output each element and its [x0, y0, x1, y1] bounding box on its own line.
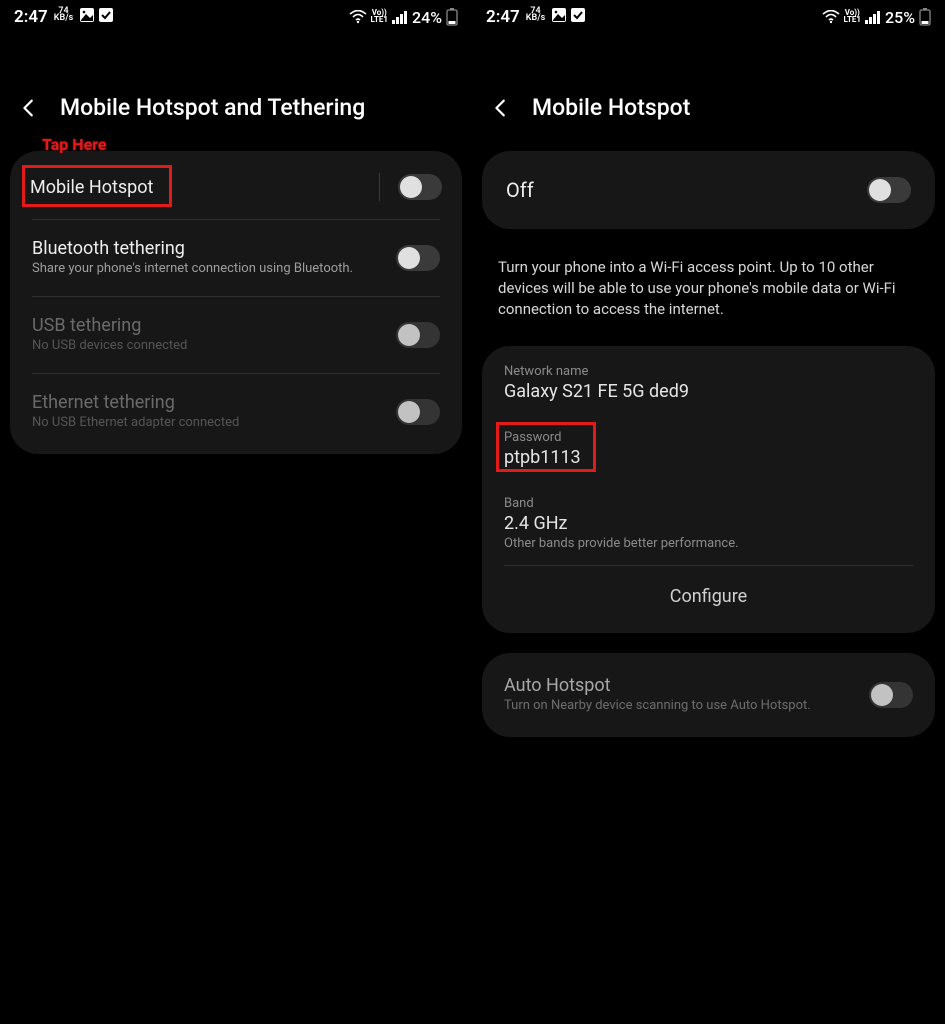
- back-icon[interactable]: [490, 97, 512, 119]
- back-icon[interactable]: [18, 97, 40, 119]
- wifi-icon: [822, 10, 840, 24]
- signal-icon: [392, 10, 408, 24]
- row-title: Bluetooth tethering: [32, 238, 396, 259]
- ethernet-tethering-toggle: [396, 399, 440, 425]
- row-title: Ethernet tethering: [32, 392, 396, 413]
- page-title: Mobile Hotspot and Tethering: [60, 94, 365, 121]
- band-label: Band: [504, 496, 913, 511]
- hotspot-config-card: Network name Galaxy S21 FE 5G ded9 Passw…: [482, 346, 935, 633]
- status-speed: 74 KB/s: [54, 8, 73, 22]
- page-header: Mobile Hotspot and Tethering: [0, 34, 472, 151]
- status-time: 2:47: [14, 7, 48, 27]
- usb-tethering-row: USB tethering No USB devices connected: [10, 297, 462, 373]
- usb-tethering-toggle: [396, 322, 440, 348]
- highlight-box-password: [496, 422, 596, 472]
- bluetooth-tethering-toggle[interactable]: [396, 245, 440, 271]
- auto-hotspot-row: Auto Hotspot Turn on Nearby device scann…: [482, 657, 935, 733]
- battery-icon: [919, 8, 931, 26]
- hotspot-main-toggle[interactable]: [867, 177, 911, 203]
- mobile-hotspot-row[interactable]: Mobile Hotspot: [10, 155, 462, 219]
- auto-hotspot-card: Auto Hotspot Turn on Nearby device scann…: [482, 653, 935, 737]
- page-title: Mobile Hotspot: [532, 94, 690, 121]
- row-subtitle: Turn on Nearby device scanning to use Au…: [504, 698, 869, 715]
- ethernet-tethering-row: Ethernet tethering No USB Ethernet adapt…: [10, 374, 462, 450]
- page-header: Mobile Hotspot: [472, 34, 945, 151]
- status-speed: 74 KB/s: [526, 8, 545, 22]
- status-bar: 2:47 74 KB/s Vo)) LTE1 24%: [0, 0, 472, 34]
- band-sub: Other bands provide better performance.: [504, 536, 913, 551]
- band-row[interactable]: Band 2.4 GHz Other bands provide better …: [482, 482, 935, 565]
- network-name-label: Network name: [504, 364, 913, 379]
- band-value: 2.4 GHz: [504, 513, 913, 534]
- row-title: Auto Hotspot: [504, 675, 869, 696]
- mobile-hotspot-toggle[interactable]: [398, 174, 442, 200]
- highlight-box-mobile-hotspot: [22, 165, 172, 207]
- status-time: 2:47: [486, 7, 520, 27]
- hotspot-off-card: Off: [482, 151, 935, 229]
- row-title: USB tethering: [32, 315, 396, 336]
- auto-hotspot-toggle: [869, 682, 913, 708]
- status-battery: 25%: [885, 8, 915, 27]
- status-network: Vo)) LTE1: [371, 10, 389, 24]
- phone-screen-left: 2:47 74 KB/s Vo)) LTE1 24% Mobile Hotspo…: [0, 0, 472, 1024]
- description-block: Turn your phone into a Wi-Fi access poin…: [472, 247, 945, 326]
- checkbox-icon: [98, 7, 114, 23]
- description-text: Turn your phone into a Wi-Fi access poin…: [498, 257, 919, 320]
- checkbox-icon: [570, 7, 586, 23]
- wifi-icon: [349, 10, 367, 24]
- status-network: Vo)) LTE1: [844, 10, 862, 24]
- settings-card: Mobile Hotspot Bluetooth tethering Share…: [10, 151, 462, 454]
- network-name-value: Galaxy S21 FE 5G ded9: [504, 381, 913, 402]
- configure-button[interactable]: Configure: [482, 566, 935, 629]
- signal-icon: [865, 10, 881, 24]
- image-icon: [79, 7, 95, 23]
- network-name-row[interactable]: Network name Galaxy S21 FE 5G ded9: [482, 350, 935, 416]
- row-subtitle: No USB Ethernet adapter connected: [32, 415, 396, 432]
- row-subtitle: Share your phone's internet connection u…: [32, 261, 396, 278]
- hotspot-off-row: Off: [482, 155, 935, 225]
- status-bar: 2:47 74 KB/s Vo)) LTE1 25%: [472, 0, 945, 34]
- off-label: Off: [506, 178, 867, 202]
- status-battery: 24%: [412, 8, 442, 27]
- bluetooth-tethering-row[interactable]: Bluetooth tethering Share your phone's i…: [10, 220, 462, 296]
- toggle-divider: [379, 173, 380, 201]
- password-row[interactable]: Password ptpb1113: [482, 416, 935, 482]
- phone-screen-right: 2:47 74 KB/s Vo)) LTE1 25% Mobile Hotspo…: [472, 0, 945, 1024]
- battery-icon: [446, 8, 458, 26]
- row-subtitle: No USB devices connected: [32, 338, 396, 355]
- tap-here-annotation: Tap Here: [42, 135, 107, 154]
- image-icon: [551, 7, 567, 23]
